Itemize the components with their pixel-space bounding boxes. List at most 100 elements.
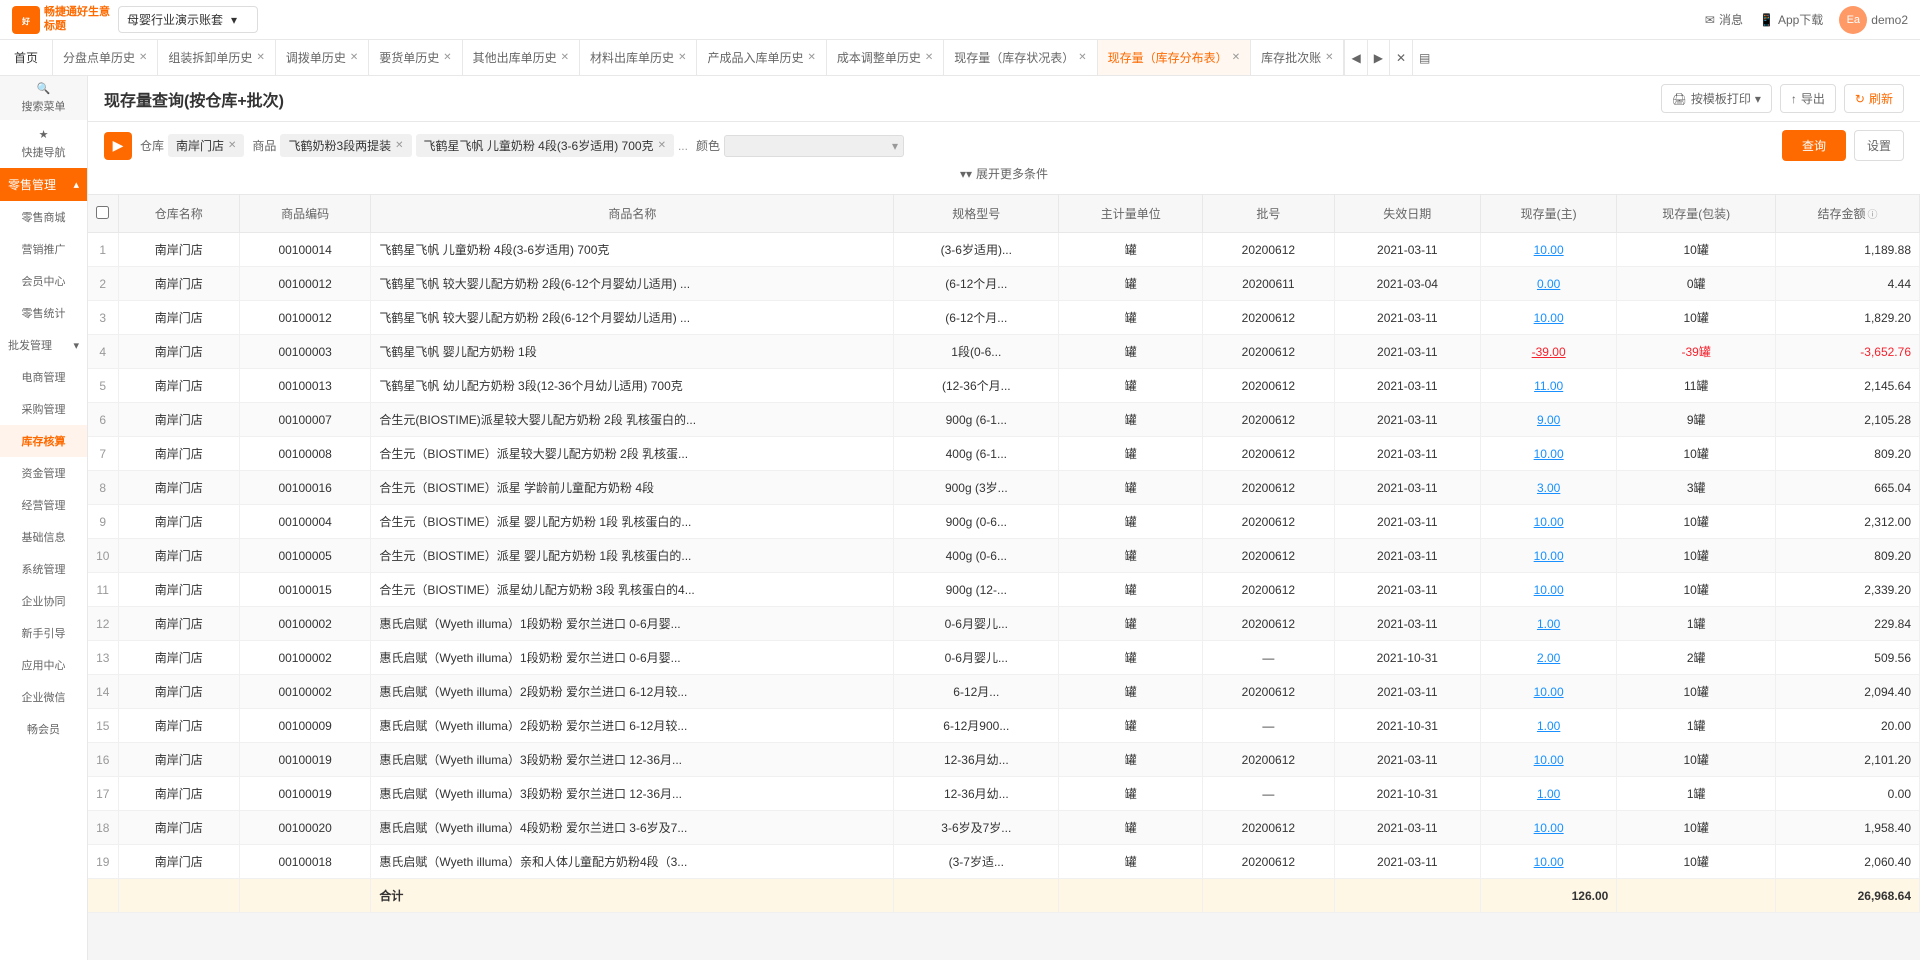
tab-zuhe[interactable]: 组装拆卸单历史 ✕: [158, 40, 275, 76]
table-row: 11 南岸门店 00100015 合生元（BIOSTIME）派星幼儿配方奶粉 3…: [88, 573, 1920, 607]
app-download-btn[interactable]: 📱 App下载: [1759, 11, 1823, 28]
cell-code: 00100002: [239, 675, 370, 709]
tab-next-btn[interactable]: ▶: [1367, 40, 1389, 76]
cell-qty-main[interactable]: 10.00: [1480, 675, 1616, 709]
tab-home[interactable]: 首页: [0, 40, 53, 76]
sidebar-item-appcenter[interactable]: 应用中心: [0, 649, 87, 681]
sidebar-item-wholesale[interactable]: 批发管理 ▾: [0, 329, 87, 361]
expand-conditions-btn[interactable]: ▾▾ 展开更多条件: [104, 161, 1904, 186]
refresh-btn[interactable]: ↻ 刷新: [1844, 84, 1904, 113]
tab-close-zuhe[interactable]: ✕: [256, 52, 264, 63]
tab-close-xiancun-fen[interactable]: ✕: [1232, 52, 1240, 63]
product-tag2[interactable]: 飞鹤星飞帆 儿童奶粉 4段(3-6岁适用) 700克 ✕: [416, 134, 674, 157]
sidebar-item-wechat[interactable]: 企业微信: [0, 681, 87, 713]
total-empty7: [1334, 879, 1480, 913]
tab-prev-btn[interactable]: ◀: [1344, 40, 1366, 76]
sidebar-quick-nav[interactable]: ★ 快捷导航: [0, 120, 87, 168]
sidebar-item-retail-stat[interactable]: 零售统计: [0, 297, 87, 329]
tab-qita[interactable]: 其他出库单历史 ✕: [463, 40, 580, 76]
tab-close-qita[interactable]: ✕: [561, 52, 569, 63]
warehouse-tag[interactable]: 南岸门店 ✕: [168, 134, 244, 157]
cell-qty-main[interactable]: 10.00: [1480, 811, 1616, 845]
export-btn[interactable]: ↑ 导出: [1780, 84, 1836, 113]
table-row: 16 南岸门店 00100019 惠氏启赋（Wyeth illuma）3段奶粉 …: [88, 743, 1920, 777]
tab-diaob[interactable]: 调拨单历史 ✕: [276, 40, 369, 76]
sidebar-item-vip[interactable]: 畅会员: [0, 713, 87, 745]
tab-close-yaohuo[interactable]: ✕: [443, 52, 451, 63]
print-btn[interactable]: 🖨 按模板打印 ▾: [1661, 84, 1772, 113]
cell-qty-main[interactable]: 9.00: [1480, 403, 1616, 437]
cell-qty-main[interactable]: 10.00: [1480, 505, 1616, 539]
cell-qty-main[interactable]: 10.00: [1480, 573, 1616, 607]
product-tag1[interactable]: 飞鹤奶粉3段两提装 ✕: [280, 134, 411, 157]
sidebar-item-guide[interactable]: 新手引导: [0, 617, 87, 649]
cell-index: 13: [88, 641, 118, 675]
filter-expand-btn[interactable]: ▶: [104, 132, 132, 160]
tab-close-diaob[interactable]: ✕: [350, 52, 358, 63]
tab-xiancun-kuang[interactable]: 现存量（库存状况表） ✕: [944, 40, 1097, 76]
sidebar-item-operation[interactable]: 经营管理: [0, 489, 87, 521]
product-tag2-close[interactable]: ✕: [658, 140, 666, 151]
cell-qty-main[interactable]: 3.00: [1480, 471, 1616, 505]
sidebar-item-purchase[interactable]: 采购管理: [0, 393, 87, 425]
tab-xiancun-fen[interactable]: 现存量（库存分布表） ✕: [1098, 40, 1251, 76]
cell-qty-main[interactable]: 10.00: [1480, 539, 1616, 573]
tab-close-chengben[interactable]: ✕: [925, 52, 933, 63]
cell-name: 惠氏启赋（Wyeth illuma）1段奶粉 爱尔兰进口 0-6月婴...: [371, 607, 894, 641]
tab-cailiaochu[interactable]: 材料出库单历史 ✕: [580, 40, 697, 76]
cell-qty-main[interactable]: 10.00: [1480, 233, 1616, 267]
sidebar-item-marketing[interactable]: 营销推广: [0, 233, 87, 265]
sidebar-item-inventory[interactable]: 库存核算: [0, 425, 87, 457]
sidebar-item-retail[interactable]: 零售管理 ▴: [0, 168, 87, 201]
user-avatar[interactable]: Ea demo2: [1839, 6, 1908, 34]
cell-qty-main[interactable]: 1.00: [1480, 607, 1616, 641]
sidebar-item-shop[interactable]: 零售商城: [0, 201, 87, 233]
amount-info-icon[interactable]: ⓘ: [1868, 206, 1878, 221]
tab-yaohuo[interactable]: 要货单历史 ✕: [369, 40, 462, 76]
product-tag1-close[interactable]: ✕: [395, 140, 403, 151]
message-btn[interactable]: ✉ 消息: [1705, 11, 1743, 28]
tab-close-chanchengpin[interactable]: ✕: [807, 52, 815, 63]
tab-close-xiancun-kuang[interactable]: ✕: [1078, 52, 1086, 63]
sidebar-item-ecom[interactable]: 电商管理: [0, 361, 87, 393]
sidebar-item-finance[interactable]: 资金管理: [0, 457, 87, 489]
cell-warehouse: 南岸门店: [118, 471, 239, 505]
cell-qty-main[interactable]: 1.00: [1480, 709, 1616, 743]
cell-qty-main[interactable]: 10.00: [1480, 301, 1616, 335]
product-more[interactable]: ...: [678, 139, 688, 153]
cell-qty-main[interactable]: 10.00: [1480, 845, 1616, 879]
cell-expire: 2021-03-11: [1334, 369, 1480, 403]
cell-qty-main[interactable]: 1.00: [1480, 777, 1616, 811]
sidebar-search[interactable]: 🔍 搜索菜单: [0, 76, 87, 120]
cell-expire: 2021-03-11: [1334, 233, 1480, 267]
sidebar-item-base[interactable]: 基础信息: [0, 521, 87, 553]
cell-qty-main[interactable]: -39.00: [1480, 335, 1616, 369]
tab-menu-btn[interactable]: ▤: [1412, 40, 1436, 76]
warehouse-tag-close[interactable]: ✕: [228, 140, 236, 151]
cell-qty-main[interactable]: 11.00: [1480, 369, 1616, 403]
tab-close-kucunpici[interactable]: ✕: [1325, 52, 1333, 63]
cell-qty-main[interactable]: 10.00: [1480, 437, 1616, 471]
query-btn[interactable]: 查询: [1782, 130, 1846, 161]
settings-btn[interactable]: 设置: [1854, 130, 1904, 161]
cell-amount: 809.20: [1776, 437, 1920, 471]
tab-fenpan[interactable]: 分盘点单历史 ✕: [53, 40, 158, 76]
cell-qty-main[interactable]: 10.00: [1480, 743, 1616, 777]
cell-qty-main[interactable]: 0.00: [1480, 267, 1616, 301]
sidebar-item-system[interactable]: 系统管理: [0, 553, 87, 585]
sidebar-item-collab[interactable]: 企业协同: [0, 585, 87, 617]
tab-close-fenpan[interactable]: ✕: [139, 52, 147, 63]
tab-chengben[interactable]: 成本调整单历史 ✕: [827, 40, 944, 76]
cell-amount: -3,652.76: [1776, 335, 1920, 369]
select-all-checkbox[interactable]: [96, 206, 109, 219]
cell-batch: 20200612: [1203, 437, 1334, 471]
tab-chanchengpin[interactable]: 产成品入库单历史 ✕: [697, 40, 826, 76]
cell-qty-main[interactable]: 2.00: [1480, 641, 1616, 675]
cell-name: 合生元（BIOSTIME）派星较大婴儿配方奶粉 2段 乳核蛋...: [371, 437, 894, 471]
sidebar-item-member[interactable]: 会员中心: [0, 265, 87, 297]
industry-select[interactable]: 母婴行业演示账套 ▾: [118, 6, 258, 33]
color-select[interactable]: [724, 135, 904, 157]
tab-kucunpici[interactable]: 库存批次账 ✕: [1251, 40, 1344, 76]
tab-close-cailiaochu[interactable]: ✕: [678, 52, 686, 63]
tab-close-all-btn[interactable]: ✕: [1389, 40, 1412, 76]
